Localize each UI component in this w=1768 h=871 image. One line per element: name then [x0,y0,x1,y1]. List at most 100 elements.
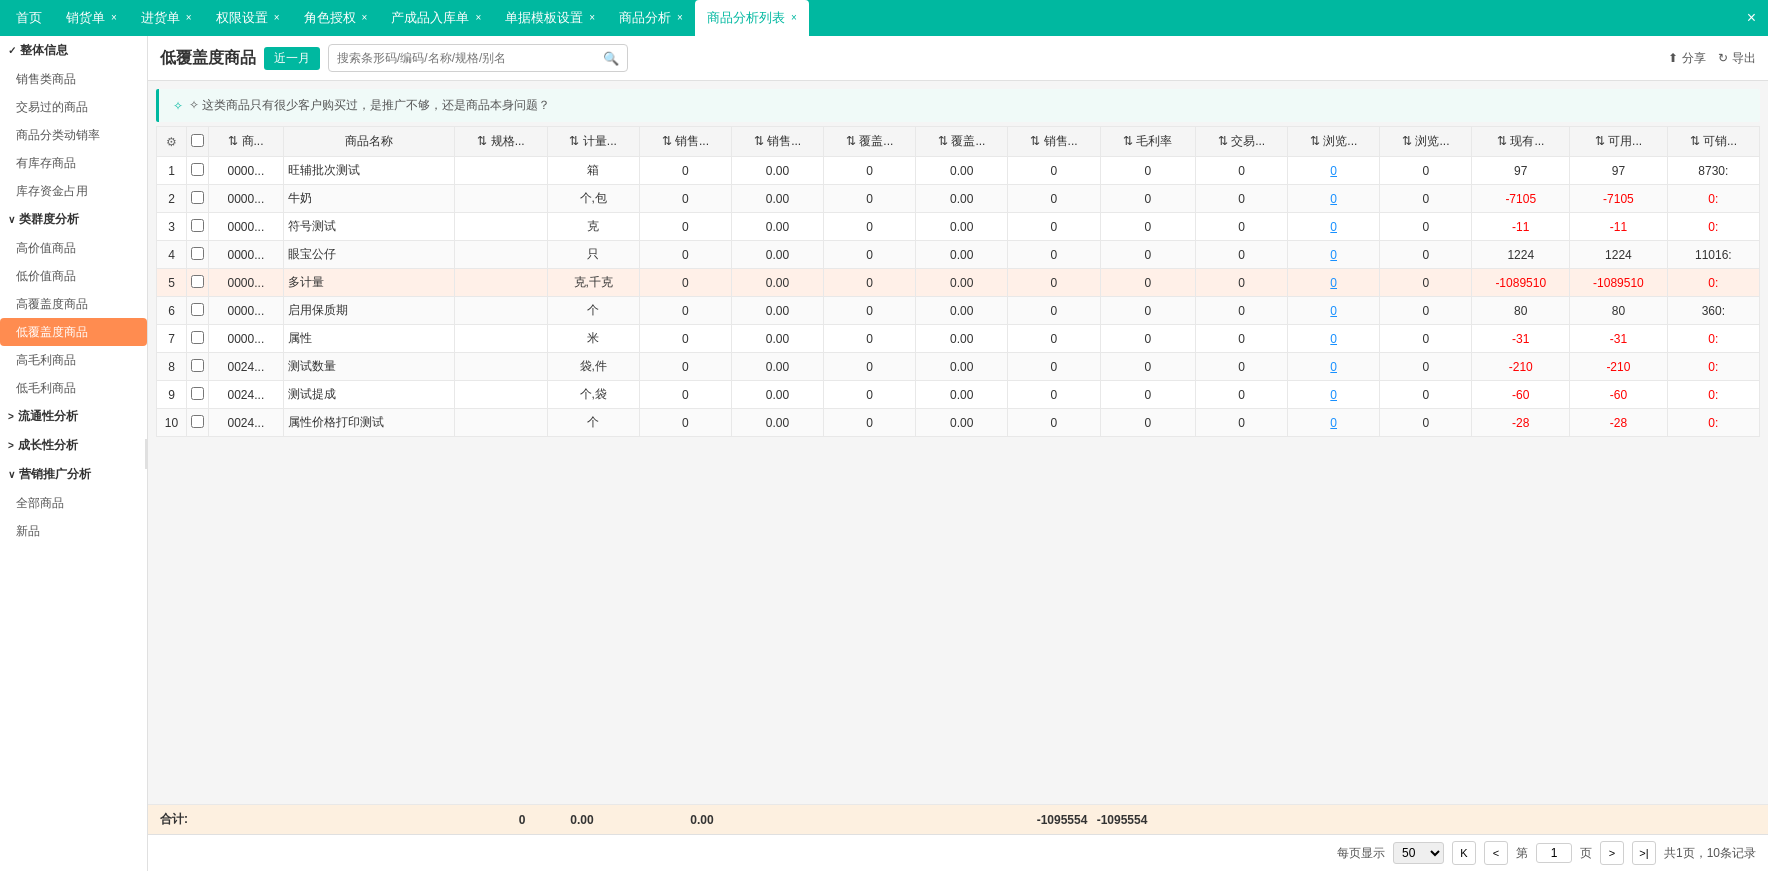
row-unit: 个,包 [547,185,639,213]
nav-goods-analysis[interactable]: 商品分析 × [607,0,695,36]
row-checkbox[interactable] [187,241,209,269]
row-name: 启用保质期 [283,297,455,325]
nav-goods-list[interactable]: 商品分析列表 × [695,0,809,36]
row-checkbox[interactable] [187,353,209,381]
nav-close-goods-list[interactable]: × [791,0,797,36]
row-cover2: 0.00 [916,353,1008,381]
footer-browse2 [972,813,1032,827]
nav-close-product[interactable]: × [475,0,481,36]
row-sales-qty: 0 [639,353,731,381]
sidebar-item-category-rate[interactable]: 商品分类动销率 [0,121,147,149]
row-browse1[interactable]: 0 [1288,325,1380,353]
sidebar-item-all-goods[interactable]: 全部商品 [0,489,147,517]
settings-icon[interactable]: ⚙ [166,135,177,149]
row-checkbox[interactable] [187,185,209,213]
nav-product[interactable]: 产成品入库单 × [379,0,493,36]
row-transaction: 0 [1195,269,1287,297]
row-current-stock: -210 [1472,353,1570,381]
row-browse1[interactable]: 0 [1288,269,1380,297]
sidebar-item-low-margin[interactable]: 低毛利商品 [0,374,147,402]
row-code: 0024... [209,381,284,409]
nav-template[interactable]: 单据模板设置 × [493,0,607,36]
row-checkbox[interactable] [187,325,209,353]
sidebar-section-cluster[interactable]: ∨ 类群度分析 [0,205,147,234]
row-cover1: 0 [824,269,916,297]
sidebar-section-marketing[interactable]: ∨ 营销推广分析 [0,460,147,489]
nav-permission[interactable]: 权限设置 × [204,0,292,36]
sidebar-section-growth[interactable]: > 成长性分析 [0,431,147,460]
nav-close-goods-analysis[interactable]: × [677,0,683,36]
row-checkbox[interactable] [187,213,209,241]
nav-close-permission[interactable]: × [274,0,280,36]
nav-close-role[interactable]: × [362,0,368,36]
row-sales-amt: 0.00 [731,409,823,437]
row-no: 8 [157,353,187,381]
sidebar-top-section[interactable]: ✓ 整体信息 [0,36,147,65]
sidebar-item-high-value[interactable]: 高价值商品 [0,234,147,262]
row-browse1[interactable]: 0 [1288,409,1380,437]
sidebar-item-traded-goods[interactable]: 交易过的商品 [0,93,147,121]
row-sales-qty: 0 [639,157,731,185]
select-all-checkbox[interactable] [191,134,204,147]
export-button[interactable]: ↻ 导出 [1718,50,1756,67]
row-checkbox[interactable] [187,297,209,325]
col-checkbox-header[interactable] [187,127,209,157]
row-checkbox[interactable] [187,269,209,297]
row-sales3: 0 [1008,157,1100,185]
sidebar-item-sales-goods[interactable]: 销售类商品 [0,65,147,93]
last-page-button[interactable]: >| [1632,841,1656,865]
table-row: 5 0000... 多计量 克,千克 0 0.00 0 0.00 0 0 0 0… [157,269,1760,297]
sidebar-item-high-margin[interactable]: 高毛利商品 [0,346,147,374]
nav-purchase[interactable]: 进货单 × [129,0,204,36]
row-sellable: 0: [1667,213,1759,241]
search-input[interactable] [337,51,603,65]
row-checkbox[interactable] [187,409,209,437]
row-spec [455,297,547,325]
first-page-button[interactable]: K [1452,841,1476,865]
row-browse1[interactable]: 0 [1288,353,1380,381]
sidebar-item-high-coverage[interactable]: 高覆盖度商品 [0,290,147,318]
row-unit: 米 [547,325,639,353]
nav-close-template[interactable]: × [589,0,595,36]
nav-close-all[interactable]: × [1739,9,1764,27]
row-sellable: 0: [1667,409,1759,437]
page-size-label: 每页显示 [1337,845,1385,862]
info-banner: ✧ ✧ 这类商品只有很少客户购买过，是推广不够，还是商品本身问题？ [156,89,1760,122]
row-checkbox[interactable] [187,157,209,185]
row-cover2: 0.00 [916,381,1008,409]
row-code: 0024... [209,353,284,381]
prev-page-button[interactable]: < [1484,841,1508,865]
sidebar-item-low-coverage[interactable]: 低覆盖度商品 [0,318,147,346]
row-browse1[interactable]: 0 [1288,213,1380,241]
share-button[interactable]: ⬆ 分享 [1668,50,1706,67]
row-available: -11 [1570,213,1668,241]
nav-close-purchase[interactable]: × [186,0,192,36]
nav-close-sales[interactable]: × [111,0,117,36]
sidebar-item-in-stock[interactable]: 有库存商品 [0,149,147,177]
row-sales3: 0 [1008,353,1100,381]
sidebar-item-low-value[interactable]: 低价值商品 [0,262,147,290]
next-page-button[interactable]: > [1600,841,1624,865]
row-browse1[interactable]: 0 [1288,241,1380,269]
page-size-select[interactable]: 50 100 200 [1393,842,1444,864]
row-browse1[interactable]: 0 [1288,157,1380,185]
row-checkbox[interactable] [187,381,209,409]
row-browse1[interactable]: 0 [1288,381,1380,409]
sidebar-toggle[interactable]: « [145,439,148,469]
row-cover1: 0 [824,241,916,269]
row-cover1: 0 [824,325,916,353]
row-browse1[interactable]: 0 [1288,297,1380,325]
col-settings[interactable]: ⚙ [157,127,187,157]
search-icon[interactable]: 🔍 [603,51,619,66]
col-browse1-header: ⇅ 浏览... [1288,127,1380,157]
nav-role[interactable]: 角色授权 × [292,0,380,36]
sidebar-item-stock-fund[interactable]: 库存资金占用 [0,177,147,205]
nav-home[interactable]: 首页 [4,0,54,36]
row-spec [455,353,547,381]
page-number-input[interactable] [1536,843,1572,863]
sidebar-item-new-goods[interactable]: 新品 [0,517,147,545]
nav-sales[interactable]: 销货单 × [54,0,129,36]
row-browse1[interactable]: 0 [1288,185,1380,213]
date-filter-button[interactable]: 近一月 [264,47,320,70]
sidebar-section-flow[interactable]: > 流通性分析 [0,402,147,431]
